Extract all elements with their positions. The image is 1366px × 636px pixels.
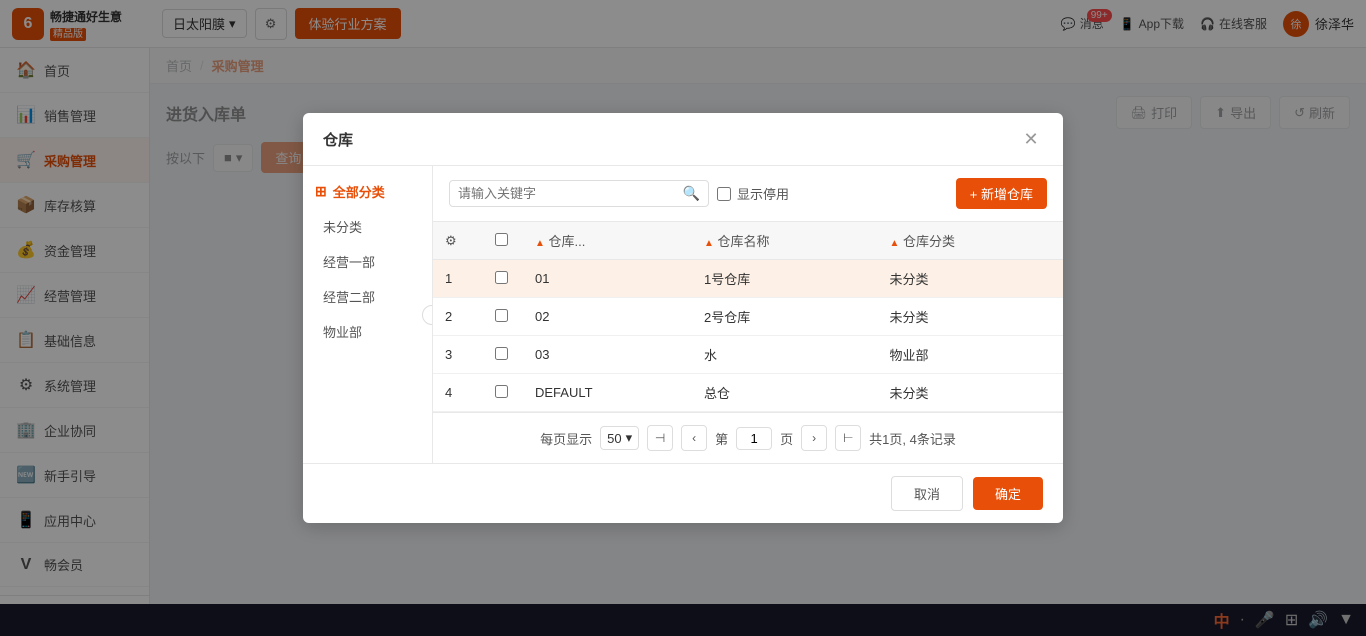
row-code: DEFAULT [523, 374, 692, 412]
modal-overlay: 仓库 ✕ ⊞ 全部分类 未分类 经营一部 经营二部 物业部 《 [0, 0, 1366, 636]
row-checkbox [483, 298, 523, 336]
table-row[interactable]: 4 DEFAULT 总仓 未分类 [433, 374, 1063, 412]
table-row[interactable]: 3 03 水 物业部 [433, 336, 1063, 374]
page-size-select[interactable]: 50 ▾ [600, 426, 639, 450]
row-code: 01 [523, 260, 692, 298]
table-head: ⚙ ▲ 仓库... ▲ [433, 222, 1063, 260]
category-item-property[interactable]: 物业部 [303, 314, 432, 349]
all-categories-label: 全部分类 [333, 182, 385, 201]
total-info: 共1页, 4条记录 [869, 429, 956, 448]
row-select-checkbox[interactable] [495, 347, 508, 360]
page-size-label: 每页显示 [540, 429, 592, 448]
row-select-checkbox[interactable] [495, 271, 508, 284]
next-page-button[interactable]: › [801, 425, 827, 451]
th-category: ▲ 仓库分类 [877, 222, 1063, 260]
page-unit: 页 [780, 429, 793, 448]
search-icon[interactable]: 🔍 [683, 185, 700, 202]
modal-search-bar: 🔍 显示停用 + 新增仓库 [433, 166, 1063, 222]
modal-body: ⊞ 全部分类 未分类 经营一部 经营二部 物业部 《 🔍 [303, 166, 1063, 463]
confirm-button[interactable]: 确定 [973, 477, 1043, 510]
row-name: 2号仓库 [692, 298, 878, 336]
row-checkbox [483, 260, 523, 298]
row-num: 1 [433, 260, 483, 298]
pagination: 每页显示 50 ▾ ⊣ ‹ 第 页 › ⊢ 共1页, 4条记录 [433, 412, 1063, 463]
row-num: 3 [433, 336, 483, 374]
select-all-checkbox[interactable] [495, 233, 508, 246]
row-select-checkbox[interactable] [495, 309, 508, 322]
row-checkbox [483, 374, 523, 412]
category-item-op2[interactable]: 经营二部 [303, 279, 432, 314]
th-name: ▲ 仓库名称 [692, 222, 878, 260]
data-table: ⚙ ▲ 仓库... ▲ [433, 222, 1063, 412]
row-select-checkbox[interactable] [495, 385, 508, 398]
row-category: 未分类 [877, 298, 1063, 336]
table-area: 🔍 显示停用 + 新增仓库 ⚙ [433, 166, 1063, 463]
search-input-wrap: 🔍 [449, 180, 709, 207]
sort-icon: ▲ [704, 238, 714, 249]
row-code: 02 [523, 298, 692, 336]
prev-page-button[interactable]: ‹ [681, 425, 707, 451]
settings-col-icon: ⚙ [445, 233, 457, 248]
modal-title: 仓库 [323, 129, 353, 150]
th-settings: ⚙ [433, 222, 483, 260]
row-name: 水 [692, 336, 878, 374]
row-category: 未分类 [877, 260, 1063, 298]
row-num: 2 [433, 298, 483, 336]
th-code: ▲ 仓库... [523, 222, 692, 260]
cancel-button[interactable]: 取消 [891, 476, 963, 511]
table-row[interactable]: 2 02 2号仓库 未分类 [433, 298, 1063, 336]
warehouse-table: ⚙ ▲ 仓库... ▲ [433, 222, 1063, 412]
modal-header: 仓库 ✕ [303, 113, 1063, 166]
category-sidebar: ⊞ 全部分类 未分类 经营一部 经营二部 物业部 《 [303, 166, 433, 463]
sort-icon: ▲ [889, 238, 899, 249]
page-label: 第 [715, 429, 728, 448]
table-body: 1 01 1号仓库 未分类 2 [433, 260, 1063, 412]
modal-footer: 取消 确定 [303, 463, 1063, 523]
first-page-button[interactable]: ⊣ [647, 425, 673, 451]
th-checkbox [483, 222, 523, 260]
grid-icon: ⊞ [315, 183, 327, 200]
row-name: 1号仓库 [692, 260, 878, 298]
sort-icon: ▲ [535, 238, 545, 249]
show-disabled-checkbox[interactable] [717, 187, 731, 201]
all-categories-item[interactable]: ⊞ 全部分类 [303, 174, 432, 209]
category-item-unclassified[interactable]: 未分类 [303, 209, 432, 244]
add-warehouse-button[interactable]: + 新增仓库 [956, 178, 1047, 209]
row-category: 物业部 [877, 336, 1063, 374]
row-category: 未分类 [877, 374, 1063, 412]
warehouse-modal: 仓库 ✕ ⊞ 全部分类 未分类 经营一部 经营二部 物业部 《 [303, 113, 1063, 523]
search-input[interactable] [458, 186, 683, 201]
show-disabled-label: 显示停用 [737, 184, 789, 203]
last-page-button[interactable]: ⊢ [835, 425, 861, 451]
row-checkbox [483, 336, 523, 374]
chevron-down-icon: ▾ [626, 430, 633, 446]
page-number-input[interactable] [736, 427, 772, 450]
row-code: 03 [523, 336, 692, 374]
table-row[interactable]: 1 01 1号仓库 未分类 [433, 260, 1063, 298]
category-item-op1[interactable]: 经营一部 [303, 244, 432, 279]
row-name: 总仓 [692, 374, 878, 412]
show-disabled-wrap: 显示停用 [717, 184, 789, 203]
modal-close-button[interactable]: ✕ [1019, 127, 1043, 151]
row-num: 4 [433, 374, 483, 412]
